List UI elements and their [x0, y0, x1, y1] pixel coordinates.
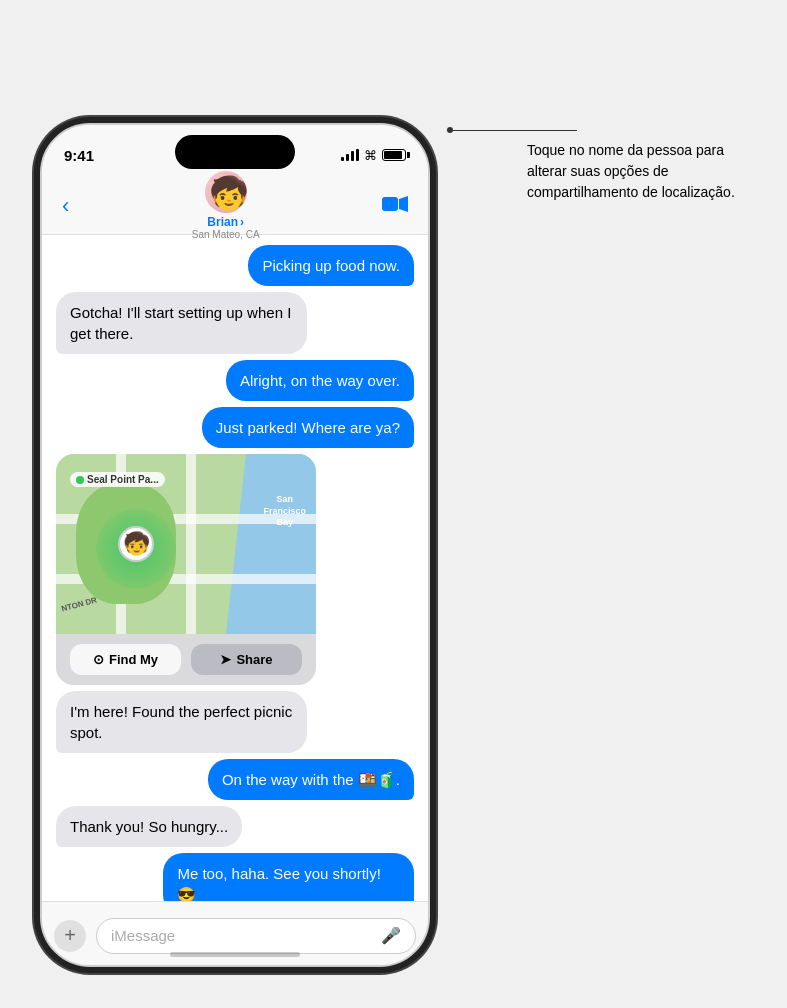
findmy-icon: ⊙ [93, 652, 104, 667]
message-bubble: I'm here! Found the perfect picnic spot. [56, 691, 307, 753]
input-bar: + iMessage 🎤 [42, 901, 428, 967]
signal-icon [341, 149, 359, 161]
messages-area: Picking up food now. Gotcha! I'll start … [42, 235, 428, 901]
message-row: Me too, haha. See you shortly! 😎 [56, 853, 414, 901]
message-bubble: Picking up food now. [248, 245, 414, 286]
video-call-button[interactable] [382, 193, 408, 219]
back-chevron-icon: ‹ [62, 193, 69, 219]
map-water-label: SanFranciscoBay [263, 494, 306, 529]
map-message-row: 🧒 Seal Point Pa... SanFranciscoBay NTON … [56, 454, 414, 685]
message-bubble: Just parked! Where are ya? [202, 407, 414, 448]
back-button[interactable]: ‹ [62, 193, 69, 219]
message-bubble: Gotcha! I'll start setting up when I get… [56, 292, 307, 354]
status-time: 9:41 [64, 147, 94, 164]
avatar: 🧒 [205, 171, 247, 213]
mic-icon[interactable]: 🎤 [381, 926, 401, 945]
share-icon: ➤ [220, 652, 231, 667]
findmy-button[interactable]: ⊙ Find My [70, 644, 181, 675]
annotation-text: Toque no nome da pessoa para alterar sua… [527, 140, 767, 203]
message-row: I'm here! Found the perfect picnic spot. [56, 691, 414, 753]
svg-rect-0 [382, 197, 398, 211]
annotation-line [447, 130, 577, 131]
map-visual: 🧒 Seal Point Pa... SanFranciscoBay NTON … [56, 454, 316, 634]
message-bubble: Thank you! So hungry... [56, 806, 242, 847]
input-placeholder: iMessage [111, 927, 175, 944]
message-row: On the way with the 🍱🧃. [56, 759, 414, 800]
chevron-icon: › [240, 215, 244, 229]
map-bubble[interactable]: 🧒 Seal Point Pa... SanFranciscoBay NTON … [56, 454, 316, 685]
message-bubble: Me too, haha. See you shortly! 😎 [163, 853, 414, 901]
share-location-button[interactable]: ➤ Share [191, 644, 302, 675]
contact-header[interactable]: 🧒 Brian › San Mateo, CA [192, 171, 260, 240]
map-water [216, 454, 316, 634]
message-bubble: On the way with the 🍱🧃. [208, 759, 414, 800]
message-row: Thank you! So hungry... [56, 806, 414, 847]
message-row: Picking up food now. [56, 245, 414, 286]
nav-bar: ‹ 🧒 Brian › San Mateo, CA [42, 175, 428, 235]
message-row: Just parked! Where are ya? [56, 407, 414, 448]
message-row: Gotcha! I'll start setting up when I get… [56, 292, 414, 354]
message-row: Alright, on the way over. [56, 360, 414, 401]
map-road-label: NTON DR [60, 595, 97, 613]
phone-frame: 9:41 ⌘ ‹ 🧒 [40, 123, 430, 967]
contact-name: Brian › [207, 215, 244, 229]
home-indicator [170, 952, 300, 957]
map-park-label: Seal Point Pa... [70, 472, 165, 487]
message-input[interactable]: iMessage 🎤 [96, 918, 416, 954]
dynamic-island [175, 135, 295, 169]
map-road [186, 454, 196, 634]
annotation: Toque no nome da pessoa para alterar sua… [527, 140, 767, 203]
avatar-emoji: 🧒 [209, 174, 247, 212]
add-attachments-button[interactable]: + [54, 920, 86, 952]
map-pin: 🧒 [118, 526, 154, 562]
status-icons: ⌘ [341, 148, 406, 163]
contact-location: San Mateo, CA [192, 229, 260, 240]
svg-marker-1 [399, 196, 408, 212]
map-actions: ⊙ Find My ➤ Share [56, 634, 316, 685]
message-bubble: Alright, on the way over. [226, 360, 414, 401]
battery-icon [382, 149, 406, 161]
wifi-icon: ⌘ [364, 148, 377, 163]
